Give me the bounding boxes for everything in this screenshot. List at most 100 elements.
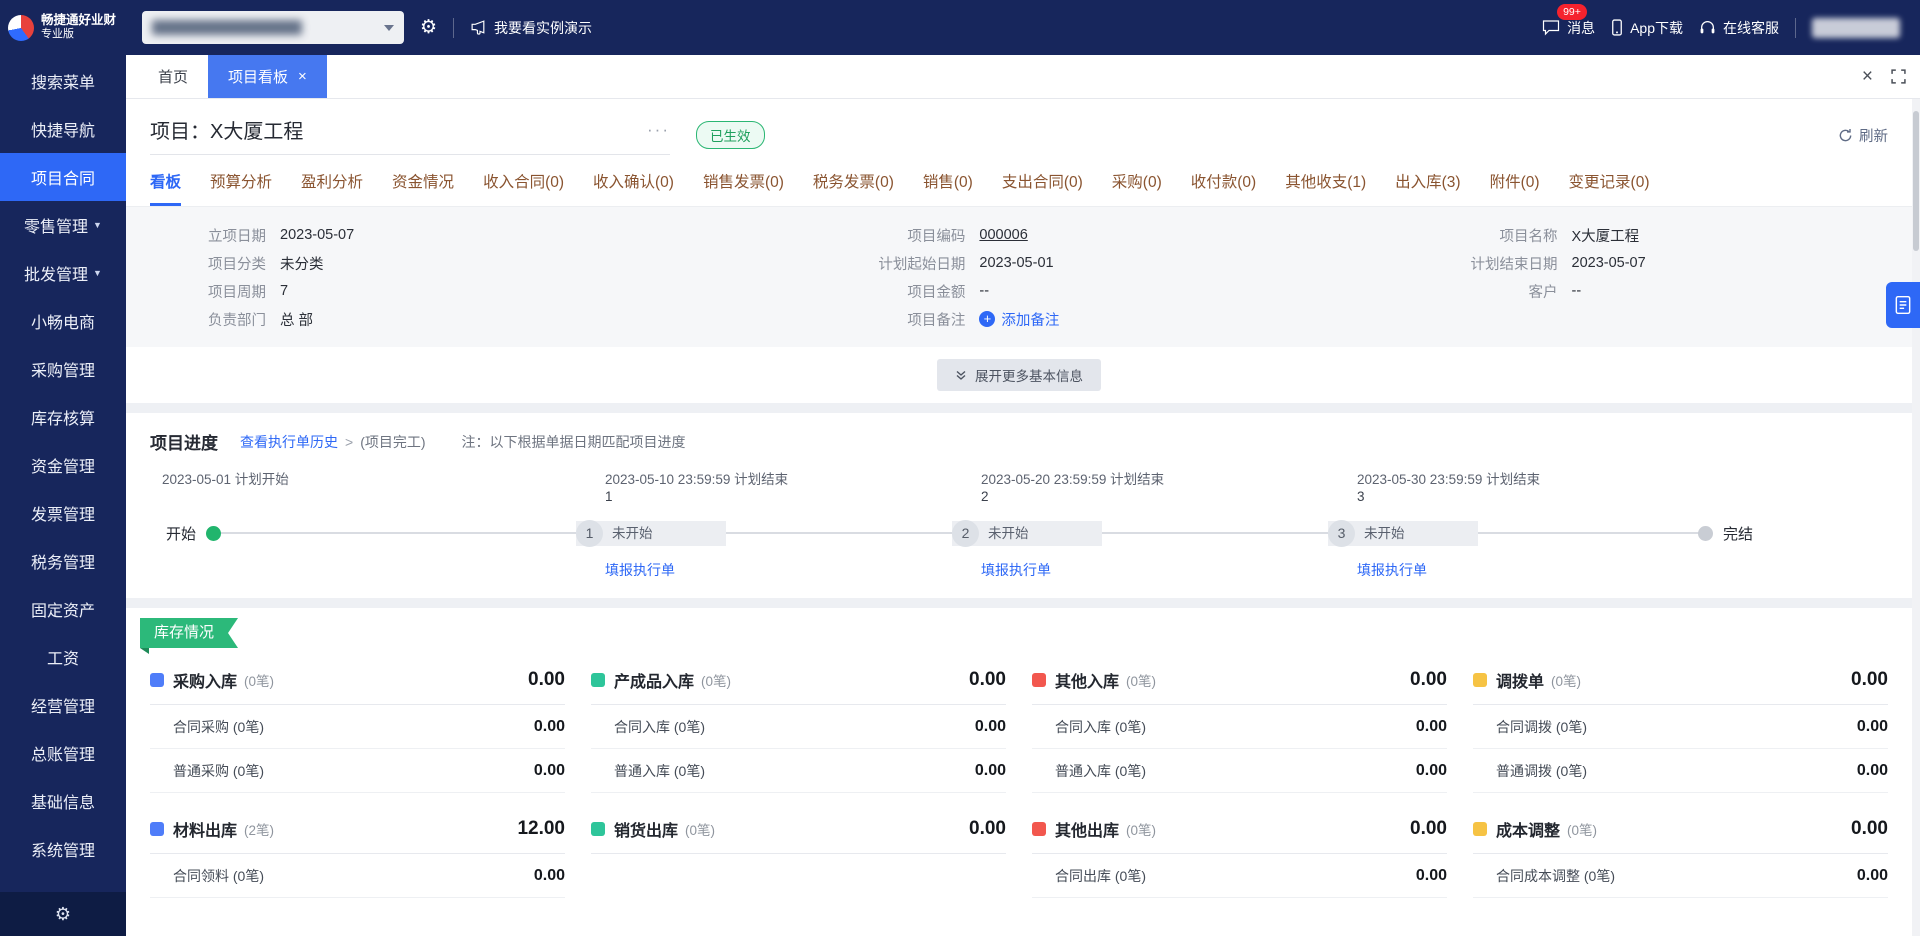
page-tab[interactable]: 项目看板 × [208,55,327,98]
online-support-button[interactable]: 在线客服 [1699,18,1779,38]
inventory-subrow-label: 合同入库 (0笔) [614,718,705,735]
settings-gear-icon[interactable]: ⚙ [55,904,71,925]
sidebar-item[interactable]: 经营管理 ▼ [0,681,126,729]
inventory-card: 材料出库 (2笔) 12.00 合同领料 (0笔) 0.00 [150,817,565,898]
ribbon-fold-icon [140,648,149,654]
sidebar-item[interactable]: 工资 ▼ [0,633,126,681]
detail-tab[interactable]: 销售(0) [923,155,973,206]
sidebar-item-label: 发票管理 [30,507,95,524]
detail-tab[interactable]: 资金情况 [392,155,454,206]
inventory-card: 采购入库 (0笔) 0.00 合同采购 (0笔) 0.00 普通采购 (0笔) … [150,668,565,793]
detail-tab[interactable]: 其他收支(1) [1285,155,1366,206]
expand-more-info-button[interactable]: 展开更多基本信息 [937,359,1101,391]
page-tab[interactable]: 首页 × [138,55,208,98]
detail-tab-label: 其他收支(1) [1285,173,1367,191]
expand-more-info-label: 展开更多基本信息 [975,369,1083,384]
quick-entry-button[interactable] [1886,282,1920,328]
sidebar-item[interactable]: 零售管理 ▼ [0,201,126,249]
sidebar-item[interactable]: 搜索菜单 ▼ [0,57,126,105]
sidebar-item[interactable]: 总账管理 ▼ [0,729,126,777]
detail-tab[interactable]: 税务发票(0) [813,155,894,206]
inventory-card-amount: 0.00 [1851,669,1888,690]
inventory-card-amount: 0.00 [1851,818,1888,839]
sidebar-item[interactable]: 固定资产 ▼ [0,585,126,633]
sidebar-item[interactable]: 快捷导航 ▼ [0,105,126,153]
sidebar-item[interactable]: 税务管理 ▼ [0,537,126,585]
more-actions-button[interactable]: ··· [647,120,670,140]
category-color-icon [1032,673,1046,687]
info-value[interactable]: 000006 [979,227,1027,243]
detail-tab-label: 税务发票(0) [812,173,894,191]
scrollbar-thumb[interactable] [1913,111,1919,251]
detail-tab[interactable]: 收入合同(0) [483,155,564,206]
app-logo: 畅捷通好业财 专业版 [0,0,126,55]
detail-tab[interactable]: 采购(0) [1112,155,1162,206]
close-all-tabs-icon[interactable]: × [1862,67,1873,86]
sidebar-item[interactable]: 项目合同 ▼ [0,153,126,201]
info-label: 项目分类 [208,256,266,273]
close-icon[interactable]: × [298,68,307,85]
demo-link[interactable]: 我要看实例演示 [470,18,592,38]
settings-gear-icon[interactable]: ⚙ [420,16,437,39]
detail-tab[interactable]: 看板 [150,155,182,206]
info-row: 立项日期 2023-05-07 [136,221,789,249]
inventory-subrow: 普通采购 (0笔) 0.00 [150,749,565,793]
info-value: 2023-05-07 [1571,255,1646,271]
fullscreen-icon[interactable] [1891,69,1906,84]
fill-execution-order-link[interactable]: 填报执行单 [1357,560,1427,580]
user-account-blurred[interactable] [1812,17,1900,38]
inventory-card: 成本调整 (0笔) 0.00 合同成本调整 (0笔) 0.00 [1473,817,1888,898]
detail-tab-label: 收入确认(0) [593,173,674,191]
info-row: 客户 -- [1408,277,1902,305]
sidebar-item[interactable]: 资金管理 ▼ [0,441,126,489]
sidebar-item[interactable]: 小畅电商 ▼ [0,297,126,345]
detail-tab[interactable]: 收入确认(0) [593,155,674,206]
detail-tab[interactable]: 出入库(3) [1395,155,1460,206]
messages-button[interactable]: 消息 99+ [1542,3,1595,38]
detail-tab[interactable]: 收付款(0) [1191,155,1256,206]
fill-execution-order-link[interactable]: 填报执行单 [981,560,1051,580]
inventory-card-count: (0笔) [701,674,732,689]
sidebar-item[interactable]: 批发管理 ▼ [0,249,126,297]
sidebar-item[interactable]: 基础信息 ▼ [0,777,126,825]
info-value: -- [979,283,990,299]
inventory-card-amount: 0.00 [1410,669,1447,690]
inventory-card-header: 材料出库 (2笔) 12.00 [150,817,565,854]
detail-tab-label: 采购(0) [1111,173,1162,191]
inventory-card-header: 产成品入库 (0笔) 0.00 [591,668,1006,705]
sidebar-item[interactable]: 库存核算 ▼ [0,393,126,441]
detail-tab[interactable]: 销售发票(0) [703,155,784,206]
info-label: 客户 [1528,284,1558,301]
info-value[interactable]: 添加备注 [979,309,1059,330]
fill-execution-order-link[interactable]: 填报执行单 [605,560,675,580]
sidebar-nav: 搜索菜单 ▼ 快捷导航 ▼ 项目合同 ▼ 零售管理 ▼ 批发管理 ▼ [0,55,126,892]
detail-tab[interactable]: 变更记录(0) [1569,155,1650,206]
inventory-card-amount: 0.00 [1410,818,1447,839]
category-color-icon [150,822,164,836]
category-color-icon [591,822,605,836]
sidebar-item[interactable]: 系统管理 ▼ [0,825,126,873]
brand-edition: 专业版 [41,28,74,41]
detail-tab[interactable]: 附件(0) [1490,155,1540,206]
messages-badge: 99+ [1557,3,1587,20]
project-timeline: 2023-05-01 计划开始 开始 完结 2023-05-10 23:59:5… [150,462,1888,594]
sidebar-item-label: 项目合同 [30,171,95,188]
detail-tab-label: 资金情况 [392,173,455,191]
inventory-card-count: (0笔) [1126,674,1157,689]
online-support-label: 在线客服 [1723,19,1779,36]
inventory-ribbon: 库存情况 [140,618,238,648]
chat-bubble-icon [1542,20,1560,36]
sidebar-item-label: 固定资产 [30,603,95,620]
execution-history-link[interactable]: 查看执行单历史 [240,432,338,452]
category-color-icon [591,673,605,687]
refresh-button[interactable]: 刷新 [1838,125,1888,146]
sidebar-item[interactable]: 发票管理 ▼ [0,489,126,537]
detail-tab[interactable]: 预算分析 [210,155,272,206]
sidebar-item[interactable]: 采购管理 ▼ [0,345,126,393]
org-select[interactable] [142,11,404,44]
detail-tab[interactable]: 盈利分析 [301,155,363,206]
app-download-button[interactable]: App下载 [1611,18,1683,38]
detail-tab[interactable]: 支出合同(0) [1002,155,1083,206]
milestone-number-icon: 3 [1328,520,1355,547]
inventory-card-count: (2笔) [244,823,275,838]
